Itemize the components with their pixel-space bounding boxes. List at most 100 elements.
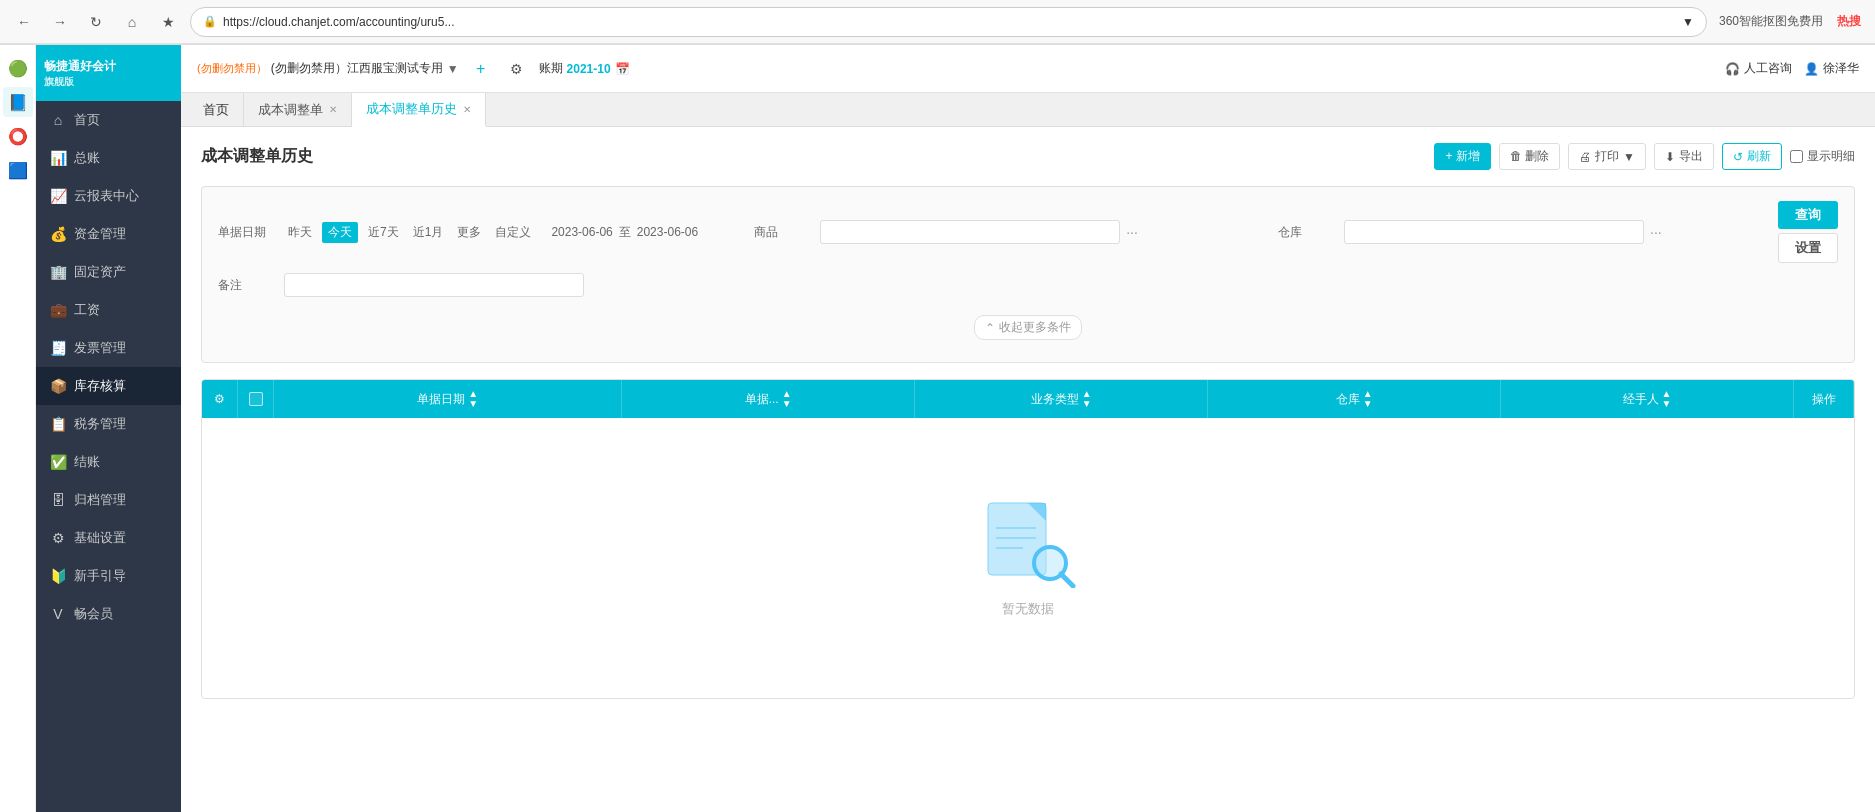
period-value: 2021-10: [567, 62, 611, 76]
th-warehouse[interactable]: 仓库 ▲▼: [1208, 380, 1501, 418]
icon-bar-wechat[interactable]: 🟢: [3, 53, 33, 83]
th-settings[interactable]: ⚙: [202, 380, 238, 418]
sidebar-item-assets[interactable]: 🏢 固定资产: [36, 253, 181, 291]
sidebar: 畅捷通好会计 旗舰版 ⌂ 首页 📊 总账 📈 云报表中心 💰 资金管理 🏢 固定…: [36, 45, 181, 812]
shortcut-7days[interactable]: 近7天: [364, 222, 403, 243]
remark-filter-input[interactable]: [284, 273, 584, 297]
shortcut-more[interactable]: 更多: [453, 222, 485, 243]
shortcut-yesterday[interactable]: 昨天: [284, 222, 316, 243]
back-button[interactable]: ←: [10, 8, 38, 36]
app-wrapper: 🟢 📘 ⭕ 🟦 畅捷通好会计 旗舰版 ⌂ 首页 📊 总账 📈 云报表中心 💰 资…: [0, 45, 1875, 812]
refresh-button[interactable]: ↻: [82, 8, 110, 36]
th-type[interactable]: 业务类型 ▲▼: [915, 380, 1208, 418]
th-checkbox[interactable]: [238, 380, 274, 418]
user-avatar-icon: 👤: [1804, 62, 1819, 76]
show-cols[interactable]: 显示明细: [1790, 148, 1855, 165]
username-label: 徐泽华: [1823, 60, 1859, 77]
sidebar-label-reports: 云报表中心: [74, 187, 139, 205]
add-workspace-button[interactable]: +: [467, 55, 495, 83]
bookmark-button[interactable]: ★: [154, 8, 182, 36]
refresh-button-toolbar[interactable]: ↺ 刷新: [1722, 143, 1782, 170]
shortcut-custom[interactable]: 自定义: [491, 222, 535, 243]
sidebar-label-settings: 基础设置: [74, 529, 126, 547]
warning-label: (勿删勿禁用）: [197, 61, 267, 76]
sidebar-item-member[interactable]: V 畅会员: [36, 595, 181, 633]
shortcut-today[interactable]: 今天: [322, 222, 358, 243]
tab-cost-adjustment[interactable]: 成本调整单 ✕: [244, 93, 352, 127]
filter-row-date: 单据日期 昨天 今天 近7天 近1月 更多 自定义 2023-06-06 至 2…: [218, 201, 1838, 263]
sidebar-item-checkout[interactable]: ✅ 结账: [36, 443, 181, 481]
delete-button[interactable]: 🗑 删除: [1499, 143, 1560, 170]
empty-text: 暂无数据: [1002, 600, 1054, 618]
select-all-checkbox[interactable]: [249, 392, 263, 406]
query-search-button[interactable]: 查询: [1778, 201, 1838, 229]
print-button[interactable]: 🖨 🖨 打印 打印 ▼: [1568, 143, 1646, 170]
sidebar-item-invoice[interactable]: 🧾 发票管理: [36, 329, 181, 367]
th-num[interactable]: 单据... ▲▼: [622, 380, 915, 418]
user-service[interactable]: 🎧 人工咨询: [1725, 60, 1792, 77]
sidebar-label-home: 首页: [74, 111, 100, 129]
calendar-icon[interactable]: 📅: [615, 62, 630, 76]
svg-line-7: [1061, 574, 1073, 586]
th-date[interactable]: 单据日期 ▲▼: [274, 380, 622, 418]
query-settings-button[interactable]: 设置: [1778, 233, 1838, 263]
sidebar-item-settings[interactable]: ⚙ 基础设置: [36, 519, 181, 557]
empty-illustration: [978, 498, 1078, 588]
sidebar-label-tax: 税务管理: [74, 415, 126, 433]
sidebar-item-archive[interactable]: 🗄 归档管理: [36, 481, 181, 519]
sidebar-item-home[interactable]: ⌂ 首页: [36, 101, 181, 139]
tab-cost-adjustment-history-close[interactable]: ✕: [463, 104, 471, 115]
service-label: 人工咨询: [1744, 60, 1792, 77]
product-filter-input[interactable]: [820, 220, 1120, 244]
date-filter-label: 单据日期: [218, 224, 268, 241]
user-profile[interactable]: 👤 徐泽华: [1804, 60, 1859, 77]
forward-button[interactable]: →: [46, 8, 74, 36]
ssl-lock-icon: 🔒: [203, 15, 217, 28]
invoice-icon: 🧾: [50, 340, 66, 356]
sidebar-item-inventory[interactable]: 📦 库存核算: [36, 367, 181, 405]
ledger-icon: 📊: [50, 150, 66, 166]
icon-bar-active[interactable]: 📘: [3, 87, 33, 117]
refresh-icon: ↺: [1733, 150, 1743, 164]
export-button[interactable]: ⬇ 导出: [1654, 143, 1714, 170]
workspace-selector[interactable]: (勿删勿禁用） (勿删勿禁用）江西服宝测试专用 ▼: [197, 60, 459, 77]
warehouse-filter-label: 仓库: [1278, 224, 1328, 241]
browser-extensions: 360智能抠图免费用 热搜: [1715, 11, 1865, 32]
sidebar-item-reports[interactable]: 📈 云报表中心: [36, 177, 181, 215]
sidebar-label-guide: 新手引导: [74, 567, 126, 585]
show-cols-checkbox[interactable]: [1790, 150, 1803, 163]
product-filter-label: 商品: [754, 224, 804, 241]
tab-home[interactable]: 首页: [189, 93, 244, 127]
address-bar[interactable]: 🔒 https://cloud.chanjet.com/accounting/u…: [190, 7, 1707, 37]
reports-icon: 📈: [50, 188, 66, 204]
new-button[interactable]: + 新增: [1434, 143, 1490, 170]
sidebar-item-payroll[interactable]: 💼 工资: [36, 291, 181, 329]
icon-bar: 🟢 📘 ⭕ 🟦: [0, 45, 36, 812]
workspace-settings-button[interactable]: ⚙: [503, 55, 531, 83]
sidebar-item-ledger[interactable]: 📊 总账: [36, 139, 181, 177]
warehouse-filter-field: ···: [1344, 220, 1746, 244]
shortcut-1month[interactable]: 近1月: [409, 222, 448, 243]
sidebar-item-tax[interactable]: 📋 税务管理: [36, 405, 181, 443]
search-ext[interactable]: 360智能抠图免费用: [1715, 11, 1827, 32]
sidebar-label-member: 畅会员: [74, 605, 113, 623]
warehouse-filter-input[interactable]: [1344, 220, 1644, 244]
period-label: 账期: [539, 60, 563, 77]
icon-bar-green[interactable]: 🟦: [3, 155, 33, 185]
th-operator[interactable]: 经手人 ▲▼: [1501, 380, 1794, 418]
product-filter-dots[interactable]: ···: [1126, 224, 1138, 240]
warehouse-filter-dots[interactable]: ···: [1650, 224, 1662, 240]
sidebar-label-funds: 资金管理: [74, 225, 126, 243]
hot-label: 热搜: [1833, 11, 1865, 32]
home-button[interactable]: ⌂: [118, 8, 146, 36]
sidebar-item-guide[interactable]: 🔰 新手引导: [36, 557, 181, 595]
sidebar-item-funds[interactable]: 💰 资金管理: [36, 215, 181, 253]
guide-icon: 🔰: [50, 568, 66, 584]
collapse-btn[interactable]: ⌃ 收起更多条件: [974, 315, 1082, 340]
remark-filter-label: 备注: [218, 277, 268, 294]
header-left: (勿删勿禁用） (勿删勿禁用）江西服宝测试专用 ▼ + ⚙ 账期 2021-10…: [197, 55, 630, 83]
tab-cost-adjustment-close[interactable]: ✕: [329, 104, 337, 115]
icon-bar-weibo[interactable]: ⭕: [3, 121, 33, 151]
tab-cost-adjustment-history[interactable]: 成本调整单历史 ✕: [352, 93, 486, 127]
page-content: 成本调整单历史 + 新增 🗑 删除 🖨 🖨 打印 打印 ▼ ⬇ 导出: [181, 127, 1875, 812]
